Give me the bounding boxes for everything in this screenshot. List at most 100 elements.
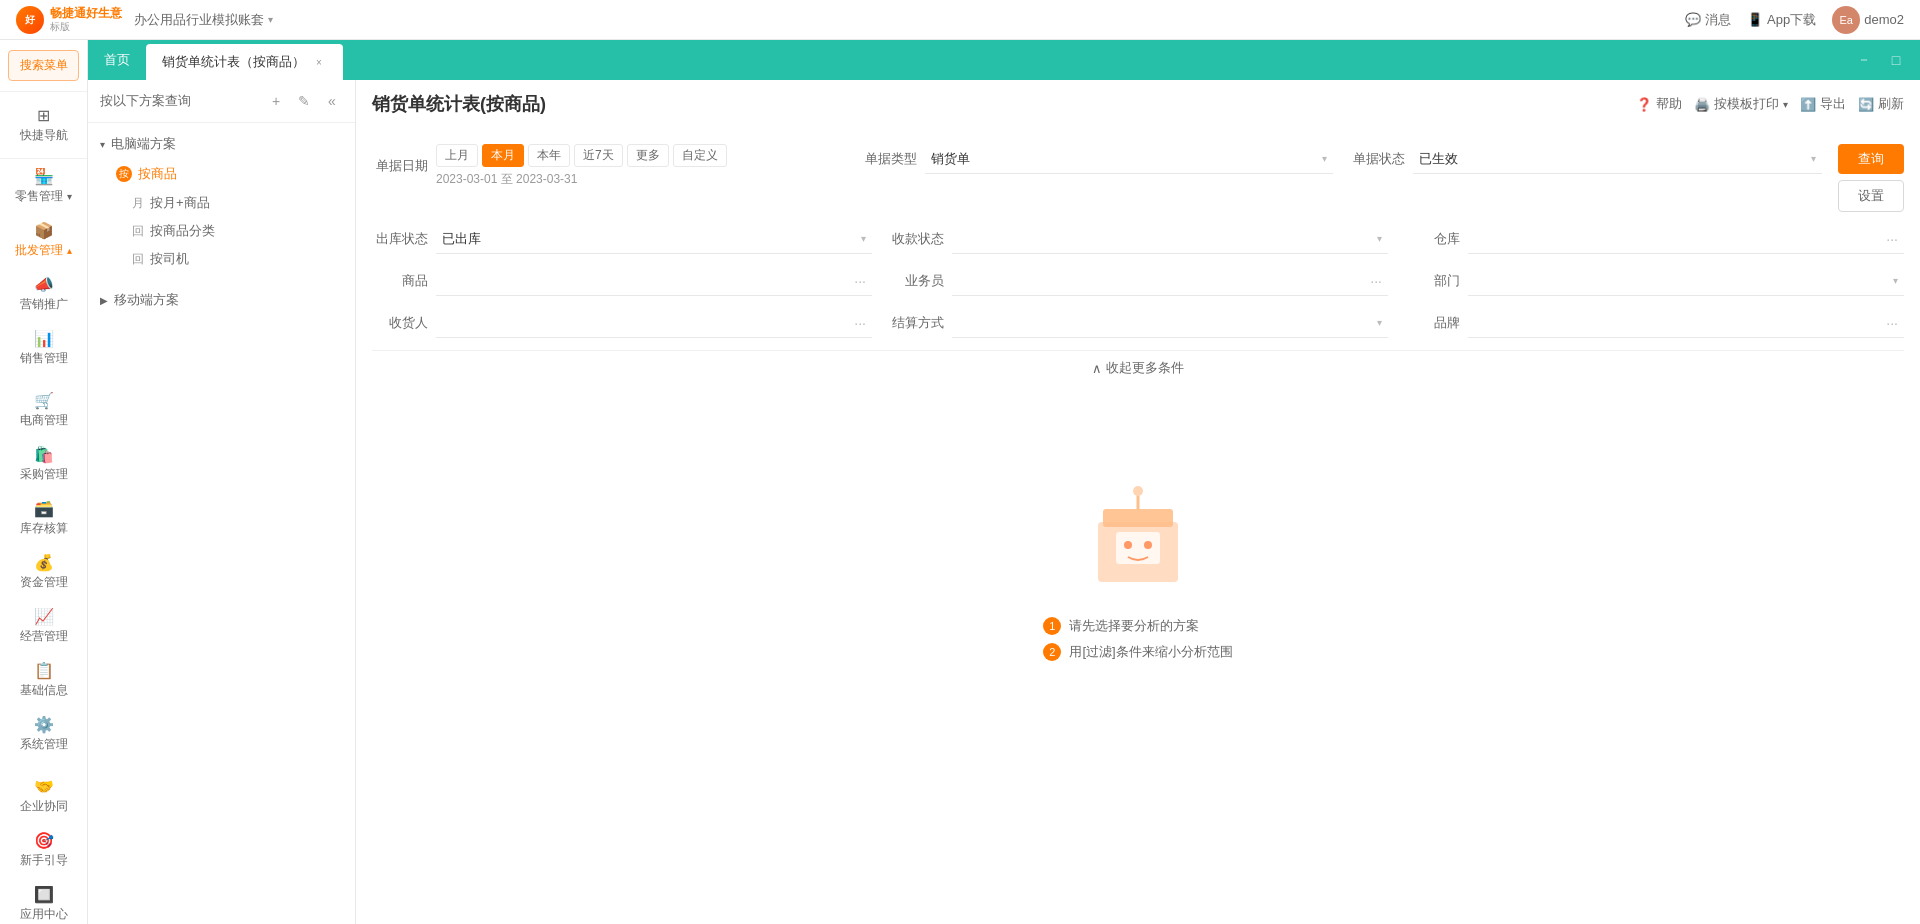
sidebar-item-quick-nav[interactable]: ⊞ 快捷导航 [0, 98, 87, 152]
industry-selector[interactable]: 办公用品行业模拟账套 ▾ [134, 11, 273, 29]
sidebar-item-purchase[interactable]: 🛍️ 采购管理 [0, 437, 87, 491]
warehouse-value[interactable]: 已出库 ▾ [436, 224, 872, 254]
message-icon: 💬 [1685, 12, 1701, 27]
more-date-btn[interactable]: 更多 [627, 144, 669, 167]
storage-label: 仓库 [1404, 230, 1460, 248]
tab-active[interactable]: 销货单统计表（按商品） × [146, 44, 343, 80]
add-scheme-btn[interactable]: + [265, 90, 287, 112]
collapse-panel-btn[interactable]: « [321, 90, 343, 112]
scheme-item-by-product[interactable]: 按 按商品 [88, 159, 355, 189]
empty-state: 1 请先选择要分析的方案 2 用[过滤]条件来缩小分析范围 [356, 397, 1920, 741]
settle-value[interactable]: ▾ [952, 308, 1388, 338]
top-bar: 好 畅捷通好生意 标版 办公用品行业模拟账套 ▾ 💬 消息 📱 App下载 Ea… [0, 0, 1920, 40]
sidebar-item-ecommerce[interactable]: 🛒 电商管理 [0, 383, 87, 437]
last-month-btn[interactable]: 上月 [436, 144, 478, 167]
inventory-icon: 🗃️ [4, 499, 83, 518]
purchase-icon: 🛍️ [4, 445, 83, 464]
this-month-btn[interactable]: 本月 [482, 144, 524, 167]
svg-rect-1 [1103, 509, 1173, 527]
doc-status-caret: ▾ [1811, 153, 1816, 164]
query-btn[interactable]: 查询 [1838, 144, 1904, 174]
sidebar-item-finance[interactable]: 💰 资金管理 [0, 545, 87, 599]
search-menu-btn[interactable]: 搜索菜单 [8, 50, 79, 81]
help-icon: ❓ [1636, 97, 1652, 112]
dept-value[interactable]: ▾ [1468, 266, 1904, 296]
filter-dept-item: 部门 ▾ [1404, 266, 1904, 296]
collapse-filters-btn[interactable]: ∧ 收起更多条件 [372, 350, 1904, 385]
scheme-sub-label-month: 按月+商品 [150, 194, 210, 212]
print-btn[interactable]: 🖨️ 按模板打印 ▾ [1694, 95, 1788, 113]
scheme-sub-by-driver[interactable]: 回 按司机 [88, 245, 355, 273]
filter-row-1: 单据日期 上月 本月 本年 近7天 更多 自定义 [372, 144, 1904, 212]
settings-btn[interactable]: 设置 [1838, 180, 1904, 212]
storage-dots: ··· [1886, 231, 1898, 247]
split-area: 按以下方案查询 + ✎ « ▾ 电脑端方案 按 按商品 [88, 80, 1920, 924]
storage-value[interactable]: ··· [1468, 224, 1904, 254]
message-btn[interactable]: 💬 消息 [1685, 11, 1731, 29]
sidebar-item-inventory[interactable]: 🗃️ 库存核算 [0, 491, 87, 545]
filter-salesman-item: 业务员 ··· [888, 266, 1388, 296]
wholesale-expand-icon: ▴ [67, 245, 72, 256]
tab-bar: 首页 销货单统计表（按商品） × － □ [88, 40, 1920, 80]
edit-scheme-btn[interactable]: ✎ [293, 90, 315, 112]
sidebar-item-wholesale[interactable]: 📦 批发管理 ▴ [0, 213, 87, 267]
sidebar-item-app-center[interactable]: 🔲 应用中心 [0, 877, 87, 924]
help-btn[interactable]: ❓ 帮助 [1636, 95, 1682, 113]
this-year-btn[interactable]: 本年 [528, 144, 570, 167]
last7-btn[interactable]: 近7天 [574, 144, 623, 167]
sidebar-item-retail[interactable]: 🏪 零售管理 ▾ [0, 159, 87, 213]
pc-group-arrow: ▾ [100, 139, 105, 150]
sidebar-item-operations[interactable]: 📈 经营管理 [0, 599, 87, 653]
receiver-value[interactable]: ··· [436, 308, 872, 338]
custom-date-btn[interactable]: 自定义 [673, 144, 727, 167]
pc-group-header[interactable]: ▾ 电脑端方案 [88, 129, 355, 159]
refresh-btn[interactable]: 🔄 刷新 [1858, 95, 1904, 113]
app-download-btn[interactable]: 📱 App下载 [1747, 11, 1816, 29]
salesman-dots: ··· [1370, 273, 1382, 289]
tab-home[interactable]: 首页 [88, 40, 146, 80]
hint-num-2: 2 [1043, 643, 1061, 661]
sidebar-item-enterprise[interactable]: 🤝 企业协同 [0, 769, 87, 823]
hint-item-1: 1 请先选择要分析的方案 [1043, 617, 1232, 635]
date-btns: 上月 本月 本年 近7天 更多 自定义 [436, 144, 845, 167]
newbie-icon: 🎯 [4, 831, 83, 850]
doc-type-value[interactable]: 销货单 ▾ [925, 144, 1334, 174]
user-profile[interactable]: Ea demo2 [1832, 6, 1904, 34]
sub-icon-category: 回 [132, 223, 144, 240]
app-center-icon: 🔲 [4, 885, 83, 904]
page-header: 销货单统计表(按商品) ❓ 帮助 🖨️ 按模板打印 ▾ [372, 92, 1904, 116]
sidebar-item-marketing[interactable]: 📣 营销推广 [0, 267, 87, 321]
industry-name: 办公用品行业模拟账套 [134, 11, 264, 29]
message-label: 消息 [1705, 11, 1731, 29]
system-icon: ⚙️ [4, 715, 83, 734]
sidebar-item-system[interactable]: ⚙️ 系统管理 [0, 707, 87, 761]
sidebar-item-newbie[interactable]: 🎯 新手引导 [0, 823, 87, 877]
filter-doctype-item: 单据类型 销货单 ▾ [861, 144, 1334, 174]
sidebar-item-basic-info[interactable]: 📋 基础信息 [0, 653, 87, 707]
salesman-value[interactable]: ··· [952, 266, 1388, 296]
tab-bar-maximize-btn[interactable]: □ [1884, 48, 1908, 72]
hint-item-2: 2 用[过滤]条件来缩小分析范围 [1043, 643, 1232, 661]
product-value[interactable]: ··· [436, 266, 872, 296]
scheme-sub-label-category: 按商品分类 [150, 222, 215, 240]
right-content: 销货单统计表(按商品) ❓ 帮助 🖨️ 按模板打印 ▾ [356, 80, 1920, 924]
export-btn[interactable]: ⬆️ 导出 [1800, 95, 1846, 113]
left-panel-title: 按以下方案查询 [100, 92, 191, 110]
sidebar-item-sales[interactable]: 📊 销售管理 [0, 321, 87, 375]
filter-payment-item: 收款状态 ▾ [888, 224, 1388, 254]
retail-expand-icon: ▾ [67, 191, 72, 202]
industry-dropdown-icon: ▾ [268, 14, 273, 25]
mobile-group-label: 移动端方案 [114, 291, 179, 309]
filter-settle-item: 结算方式 ▾ [888, 308, 1388, 338]
logo-subtitle: 标版 [50, 21, 122, 33]
tab-bar-minimize-btn[interactable]: － [1852, 48, 1876, 72]
scheme-sub-by-category[interactable]: 回 按商品分类 [88, 217, 355, 245]
scheme-sub-by-month-product[interactable]: 月 按月+商品 [88, 189, 355, 217]
mobile-group-header[interactable]: ▶ 移动端方案 [88, 285, 355, 315]
mobile-schemes-group: ▶ 移动端方案 [88, 279, 355, 321]
tab-close-btn[interactable]: × [311, 54, 327, 70]
doc-status-value[interactable]: 已生效 ▾ [1413, 144, 1822, 174]
brand-value[interactable]: ··· [1468, 308, 1904, 338]
payment-value[interactable]: ▾ [952, 224, 1388, 254]
date-filter-area: 上月 本月 本年 近7天 更多 自定义 2023-03-01 至 2023-03… [436, 144, 845, 188]
